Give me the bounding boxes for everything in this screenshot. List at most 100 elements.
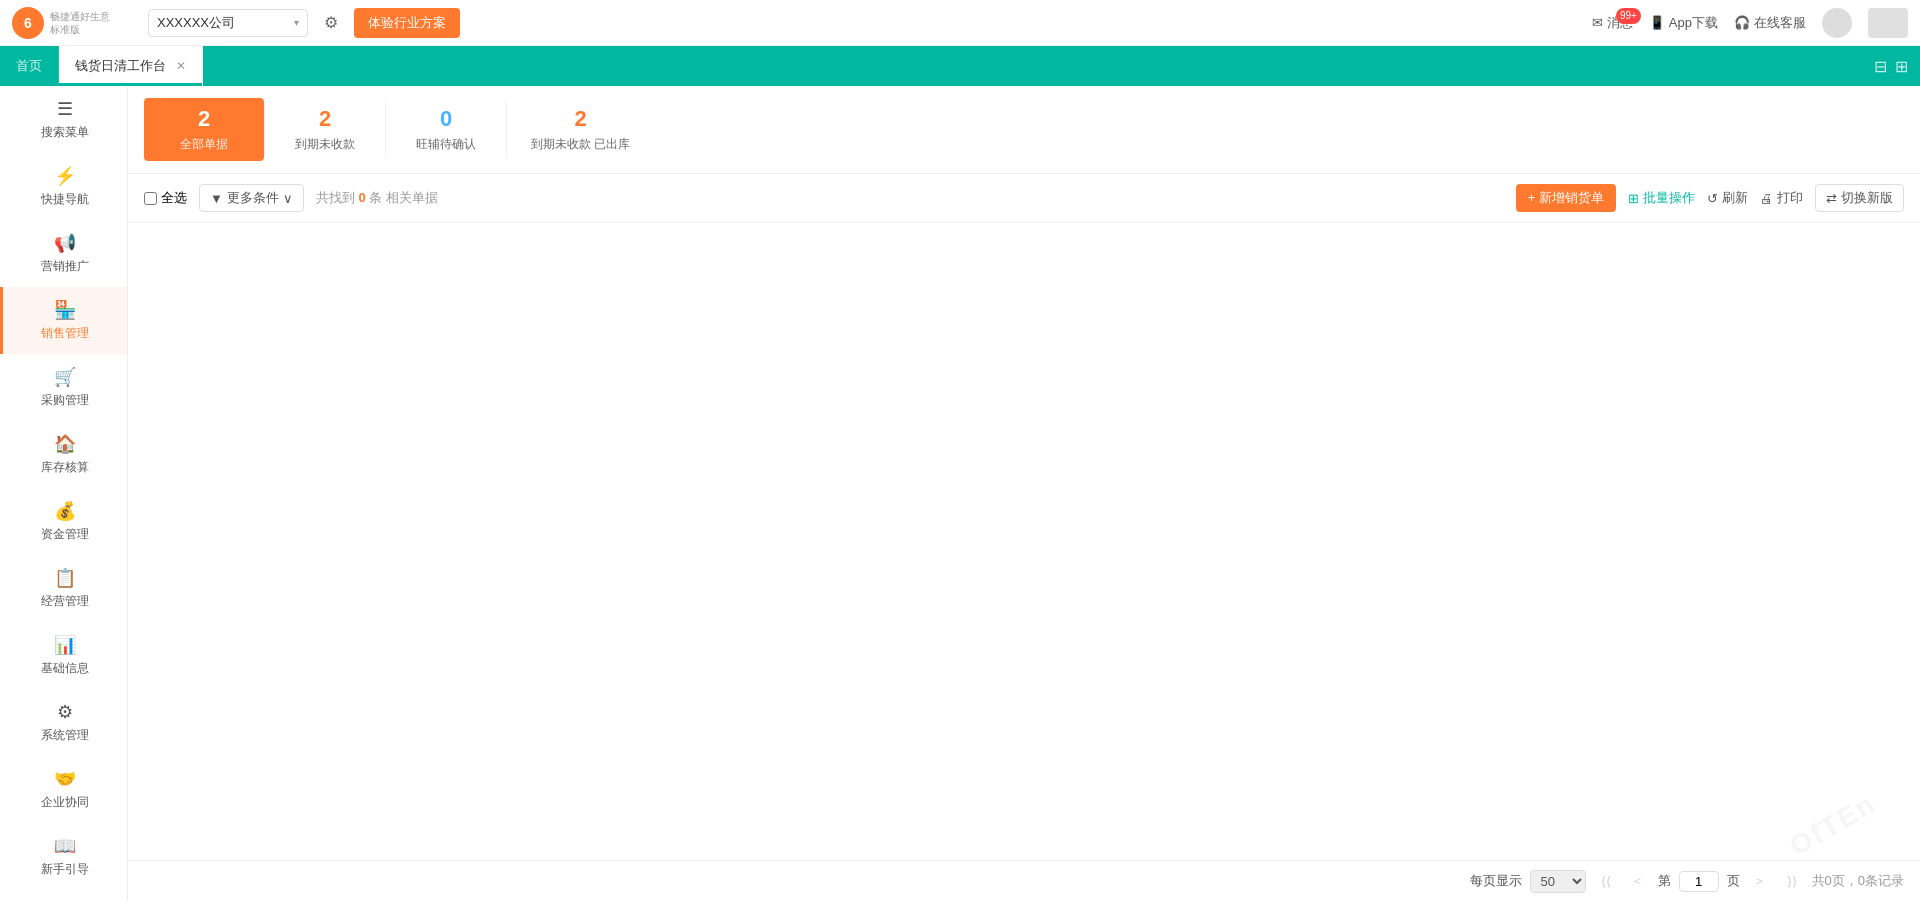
- sidebar-label-finance: 资金管理: [41, 526, 89, 543]
- finance-icon: 💰: [54, 500, 76, 522]
- new-order-button[interactable]: + 新增销货单: [1516, 184, 1616, 212]
- stat-card-shipped[interactable]: 2 到期未收款 已出库: [507, 98, 654, 161]
- sidebar-item-inventory[interactable]: 🏠 库存核算: [0, 421, 127, 488]
- sidebar-item-purchase[interactable]: 🛒 采购管理: [0, 354, 127, 421]
- tab-minimize-icon[interactable]: ⊟: [1874, 57, 1887, 76]
- logo-text: 畅捷通好生意 标准版: [50, 10, 110, 36]
- prev-page-button[interactable]: ＜: [1626, 869, 1650, 893]
- sidebar-label-system: 系统管理: [41, 727, 89, 744]
- first-page-button[interactable]: ⟨⟨: [1594, 869, 1618, 893]
- company-selector[interactable]: XXXXXX公司 ▾: [148, 9, 308, 37]
- enterprise-icon: 🤝: [54, 768, 76, 790]
- sidebar-item-app-center[interactable]: 📦 应用中心: [0, 890, 127, 901]
- sidebar-item-operations[interactable]: 📋 经营管理: [0, 555, 127, 622]
- filter-icon: ▼: [210, 191, 223, 206]
- sidebar-label-enterprise: 企业协同: [41, 794, 89, 811]
- sidebar-item-finance[interactable]: 💰 资金管理: [0, 488, 127, 555]
- filter-label: 更多条件: [227, 189, 279, 207]
- online-service-label: 在线客服: [1754, 14, 1806, 32]
- online-service-button[interactable]: 🎧 在线客服: [1734, 14, 1806, 32]
- sales-icon: 🏪: [54, 299, 76, 321]
- stat-card-overdue[interactable]: 2 到期未收款: [265, 98, 385, 161]
- sidebar-label-marketing: 营销推广: [41, 258, 89, 275]
- sidebar-item-marketing[interactable]: 📢 营销推广: [0, 220, 127, 287]
- stat-card-pending[interactable]: 0 旺辅待确认: [386, 98, 506, 161]
- search-menu-icon: ☰: [57, 98, 73, 120]
- tab-close-icon[interactable]: ✕: [176, 59, 186, 73]
- sidebar-item-system[interactable]: ⚙ 系统管理: [0, 689, 127, 756]
- switch-version-button[interactable]: ⇄ 切换新版: [1815, 184, 1904, 212]
- page-number-input[interactable]: [1679, 871, 1719, 892]
- select-all-checkbox[interactable]: 全选: [144, 189, 187, 207]
- tab-home[interactable]: 首页: [0, 46, 59, 86]
- sidebar-label-inventory: 库存核算: [41, 459, 89, 476]
- stat-card-all[interactable]: 2 全部单据: [144, 98, 264, 161]
- stat-label-overdue: 到期未收款: [295, 136, 355, 153]
- operations-icon: 📋: [54, 567, 76, 589]
- basic-info-icon: 📊: [54, 634, 76, 656]
- tab-maximize-icon[interactable]: ⊞: [1895, 57, 1908, 76]
- print-label: 打印: [1777, 189, 1803, 207]
- settings-button[interactable]: ⚙: [316, 8, 346, 38]
- phone-icon: 📱: [1649, 15, 1665, 30]
- sidebar-item-enterprise[interactable]: 🤝 企业协同: [0, 756, 127, 823]
- refresh-button[interactable]: ↺ 刷新: [1707, 189, 1748, 207]
- sidebar-label-operations: 经营管理: [41, 593, 89, 610]
- sidebar-item-guide[interactable]: 📖 新手引导: [0, 823, 127, 890]
- stat-number-pending: 0: [440, 106, 452, 132]
- purchase-icon: 🛒: [54, 366, 76, 388]
- batch-icon: ⊞: [1628, 191, 1639, 206]
- nav-tabs-actions: ⊟ ⊞: [1862, 46, 1920, 86]
- app-download-label: App下载: [1669, 14, 1718, 32]
- sidebar-item-sales[interactable]: 🏪 销售管理: [0, 287, 127, 354]
- select-all-input[interactable]: [144, 192, 157, 205]
- app-download-button[interactable]: 📱 App下载: [1649, 14, 1718, 32]
- avatar-extra: [1868, 8, 1908, 38]
- inventory-icon: 🏠: [54, 433, 76, 455]
- sidebar: ☰ 搜索菜单 ⚡ 快捷导航 📢 营销推广 🏪 销售管理 🛒 采购管理 🏠 库存核…: [0, 86, 128, 901]
- sidebar-item-basic-info[interactable]: 📊 基础信息: [0, 622, 127, 689]
- page-size-select[interactable]: 20 50 100: [1530, 870, 1586, 893]
- result-prefix: 共找到: [316, 190, 355, 205]
- page-unit: 页: [1727, 872, 1740, 890]
- guide-icon: 📖: [54, 835, 76, 857]
- tab-workbench[interactable]: 钱货日清工作台 ✕: [59, 46, 203, 86]
- result-suffix: 相关单据: [386, 190, 438, 205]
- sidebar-label-sales: 销售管理: [41, 325, 89, 342]
- topbar-right: ✉ 消息 99+ 📱 App下载 🎧 在线客服: [1592, 8, 1908, 38]
- sidebar-label-guide: 新手引导: [41, 861, 89, 878]
- stat-number-all: 2: [198, 106, 210, 132]
- tab-home-label: 首页: [16, 57, 42, 75]
- batch-label: 批量操作: [1643, 189, 1695, 207]
- stat-label-shipped: 到期未收款 已出库: [531, 136, 630, 153]
- last-page-button[interactable]: ⟩⟩: [1780, 869, 1804, 893]
- logo-icon: 6: [12, 7, 44, 39]
- experience-button[interactable]: 体验行业方案: [354, 8, 460, 38]
- sidebar-item-quick-nav[interactable]: ⚡ 快捷导航: [0, 153, 127, 220]
- filter-chevron-icon: ∨: [283, 191, 293, 206]
- sidebar-label-search: 搜索菜单: [41, 124, 89, 141]
- refresh-label: 刷新: [1722, 189, 1748, 207]
- stat-label-all: 全部单据: [180, 136, 228, 153]
- sidebar-item-search[interactable]: ☰ 搜索菜单: [0, 86, 127, 153]
- switch-icon: ⇄: [1826, 191, 1837, 206]
- print-button[interactable]: 🖨 打印: [1760, 189, 1803, 207]
- sidebar-label-purchase: 采购管理: [41, 392, 89, 409]
- select-all-label: 全选: [161, 189, 187, 207]
- message-button[interactable]: ✉ 消息 99+: [1592, 14, 1633, 32]
- message-badge: 99+: [1616, 8, 1641, 24]
- headset-icon: 🎧: [1734, 15, 1750, 30]
- result-count: 0: [359, 190, 366, 205]
- next-page-button[interactable]: ＞: [1748, 869, 1772, 893]
- avatar[interactable]: [1822, 8, 1852, 38]
- nav-tabs: 首页 钱货日清工作台 ✕ ⊟ ⊞: [0, 46, 1920, 86]
- toolbar: 全选 ▼ 更多条件 ∨ 共找到 0 条 相关单据 + 新增销货单 ⊞ 批量操作: [128, 174, 1920, 223]
- table-area: [128, 223, 1920, 860]
- topbar-left: 6 畅捷通好生意 标准版 XXXXXX公司 ▾ ⚙ 体验行业方案: [12, 7, 460, 39]
- page-size-label: 每页显示: [1470, 872, 1522, 890]
- stat-number-shipped: 2: [575, 106, 587, 132]
- batch-operation-button[interactable]: ⊞ 批量操作: [1628, 189, 1695, 207]
- quick-nav-icon: ⚡: [54, 165, 76, 187]
- app-title: 畅捷通好生意: [50, 10, 110, 23]
- filter-button[interactable]: ▼ 更多条件 ∨: [199, 184, 304, 212]
